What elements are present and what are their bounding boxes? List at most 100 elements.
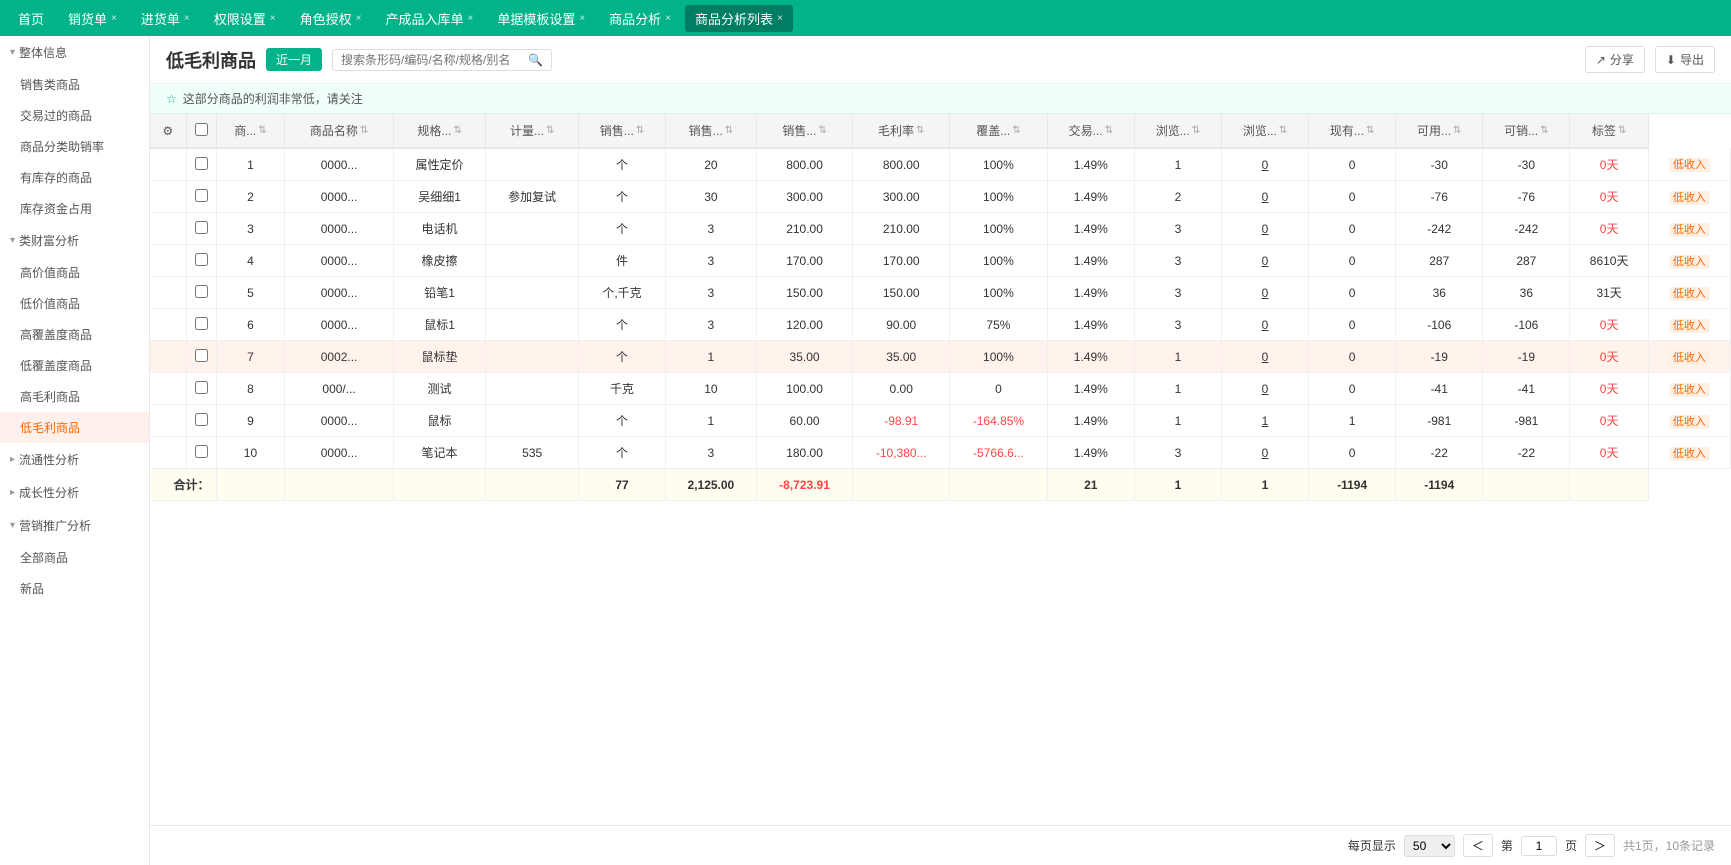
page-number-input[interactable] [1521, 836, 1557, 856]
sort-icon[interactable]: ⇅ [1279, 125, 1287, 136]
cell-sales-price: 180.00 [756, 437, 853, 469]
row-checkbox[interactable] [195, 381, 208, 394]
sort-icon[interactable]: ⇅ [453, 125, 461, 136]
sort-icon[interactable]: ⇅ [725, 125, 733, 136]
prev-page-button[interactable]: ＜ [1463, 834, 1493, 857]
th-sales-amount[interactable]: 销售...⇅ [756, 114, 853, 148]
close-icon[interactable]: × [579, 13, 585, 24]
th-name[interactable]: 商品名称⇅ [285, 114, 393, 148]
table-container[interactable]: ⚙ 商...⇅ 商品名称⇅ 规格...⇅ 计量...⇅ 销售...⇅ 销售...… [150, 114, 1731, 825]
sort-icon[interactable]: ⇅ [1012, 125, 1020, 136]
th-spec[interactable]: 规格...⇅ [393, 114, 486, 148]
sidebar-item-low-margin[interactable]: 低毛利商品 [0, 412, 149, 443]
row-checkbox[interactable] [195, 317, 208, 330]
close-icon[interactable]: × [184, 13, 190, 24]
nav-product-analysis-list[interactable]: 商品分析列表 × [685, 5, 793, 32]
nav-roles[interactable]: 角色授权 × [290, 5, 372, 32]
nav-home[interactable]: 首页 [8, 5, 54, 32]
sidebar-item-high-value[interactable]: 高价值商品 [0, 257, 149, 288]
chevron-down-icon: ▾ [10, 47, 15, 58]
close-icon[interactable]: × [111, 13, 117, 24]
sort-icon[interactable]: ⇅ [546, 125, 554, 136]
sidebar-group-wealth[interactable]: ▾ 类财富分析 [0, 224, 149, 257]
sort-icon[interactable]: ⇅ [1192, 125, 1200, 136]
th-code[interactable]: 商...⇅ [216, 114, 285, 148]
sort-icon[interactable]: ⇅ [916, 125, 924, 136]
close-icon[interactable]: × [356, 13, 362, 24]
row-checkbox[interactable] [195, 189, 208, 202]
sidebar-item-high-coverage[interactable]: 高覆盖度商品 [0, 319, 149, 350]
cell-current-stock: -242 [1396, 213, 1483, 245]
sort-icon[interactable]: ⇅ [360, 125, 368, 136]
cell-code: 0000... [285, 437, 393, 469]
th-saleable[interactable]: 可销...⇅ [1483, 114, 1570, 148]
sort-icon[interactable]: ⇅ [818, 125, 826, 136]
th-unit[interactable]: 计量...⇅ [486, 114, 579, 148]
row-checkbox[interactable] [195, 285, 208, 298]
sort-icon[interactable]: ⇅ [636, 125, 644, 136]
cell-sales-amount: 170.00 [853, 245, 950, 277]
nav-purchase-order[interactable]: 进货单 × [131, 5, 200, 32]
sidebar-item-traded-products[interactable]: 交易过的商品 [0, 100, 149, 131]
sort-icon[interactable]: ⇅ [1540, 125, 1548, 136]
cell-coverage: 1.49% [1047, 341, 1134, 373]
sidebar-item-high-margin[interactable]: 高毛利商品 [0, 381, 149, 412]
sidebar-item-all-products[interactable]: 全部商品 [0, 542, 149, 573]
sort-icon[interactable]: ⇅ [1105, 125, 1113, 136]
sidebar-item-new-products[interactable]: 新品 [0, 573, 149, 604]
th-sales-qty[interactable]: 销售...⇅ [578, 114, 665, 148]
close-icon[interactable]: × [777, 13, 783, 24]
th-available[interactable]: 可用...⇅ [1396, 114, 1483, 148]
search-input[interactable] [341, 53, 522, 67]
row-checkbox[interactable] [195, 221, 208, 234]
date-filter-button[interactable]: 近一月 [266, 48, 322, 71]
sort-icon[interactable]: ⇅ [258, 125, 266, 136]
row-checkbox[interactable] [195, 157, 208, 170]
th-settings[interactable]: ⚙ [150, 114, 186, 148]
th-browse1[interactable]: 浏览...⇅ [1134, 114, 1221, 148]
share-button[interactable]: ↗ 分享 [1585, 46, 1645, 73]
sidebar-group-overall[interactable]: ▾ 整体信息 [0, 36, 149, 69]
th-browse2[interactable]: 浏览...⇅ [1221, 114, 1308, 148]
cell-coverage: 1.49% [1047, 437, 1134, 469]
search-icon[interactable]: 🔍 [528, 53, 543, 67]
select-all-checkbox[interactable] [195, 123, 208, 136]
row-checkbox[interactable] [195, 253, 208, 266]
row-checkbox[interactable] [195, 413, 208, 426]
cell-transaction: 1 [1134, 373, 1221, 405]
th-check[interactable] [186, 114, 216, 148]
sidebar-item-stock-capital[interactable]: 库存资金占用 [0, 193, 149, 224]
next-page-button[interactable]: ＞ [1585, 834, 1615, 857]
cell-browse1: 0 [1221, 181, 1308, 213]
export-button[interactable]: ⬇ 导出 [1655, 46, 1715, 73]
per-page-select[interactable]: 50 20 100 [1404, 835, 1455, 857]
sidebar-group-marketing[interactable]: ▾ 营销推广分析 [0, 509, 149, 542]
close-icon[interactable]: × [270, 13, 276, 24]
sidebar-item-low-value[interactable]: 低价值商品 [0, 288, 149, 319]
cell-gross-rate: 0 [950, 373, 1048, 405]
th-coverage[interactable]: 覆盖...⇅ [950, 114, 1048, 148]
nav-sales-order[interactable]: 销货单 × [58, 5, 127, 32]
row-checkbox[interactable] [195, 445, 208, 458]
sort-icon[interactable]: ⇅ [1366, 125, 1374, 136]
th-sales-price[interactable]: 销售...⇅ [666, 114, 757, 148]
sidebar-group-growth[interactable]: ▸ 成长性分析 [0, 476, 149, 509]
nav-template-settings[interactable]: 单据模板设置 × [487, 5, 595, 32]
th-tag[interactable]: 标签⇅ [1570, 114, 1648, 148]
nav-product-analysis[interactable]: 商品分析 × [599, 5, 681, 32]
th-transaction[interactable]: 交易...⇅ [1047, 114, 1134, 148]
sort-icon[interactable]: ⇅ [1618, 125, 1626, 136]
sidebar-item-in-stock[interactable]: 有库存的商品 [0, 162, 149, 193]
sort-icon[interactable]: ⇅ [1453, 125, 1461, 136]
nav-permissions[interactable]: 权限设置 × [204, 5, 286, 32]
sidebar-item-category-rate[interactable]: 商品分类助销率 [0, 131, 149, 162]
nav-product-entry[interactable]: 产成品入库单 × [375, 5, 483, 32]
th-current-stock[interactable]: 现有...⇅ [1309, 114, 1396, 148]
row-checkbox[interactable] [195, 349, 208, 362]
close-icon[interactable]: × [665, 13, 671, 24]
close-icon[interactable]: × [467, 13, 473, 24]
sidebar-item-low-coverage[interactable]: 低覆盖度商品 [0, 350, 149, 381]
th-gross-rate[interactable]: 毛利率⇅ [853, 114, 950, 148]
sidebar-group-flow[interactable]: ▸ 流通性分析 [0, 443, 149, 476]
sidebar-item-sales-products[interactable]: 销售类商品 [0, 69, 149, 100]
